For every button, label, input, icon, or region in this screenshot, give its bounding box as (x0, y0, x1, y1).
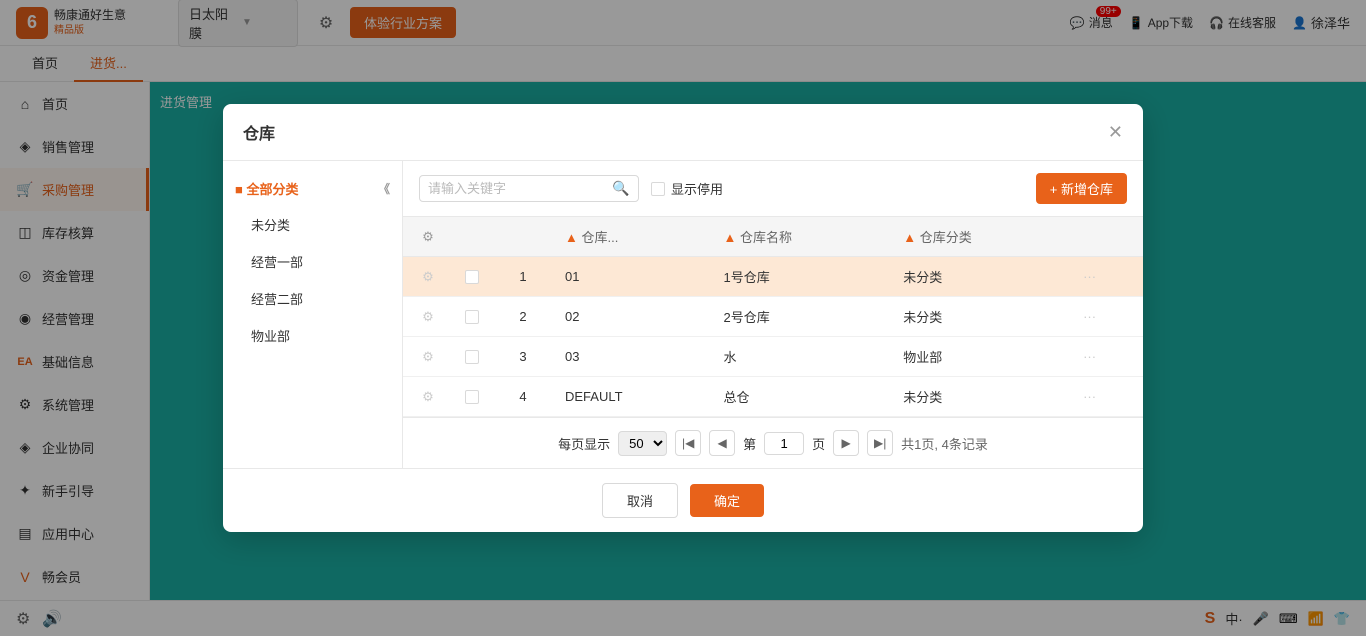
row-code-cell: 03 (553, 337, 712, 377)
row-category-cell: 物业部 (891, 337, 1071, 377)
row-check-cell[interactable] (453, 337, 493, 377)
col-num-header (493, 217, 553, 257)
row-settings-cell: ⚙ (403, 257, 453, 297)
row-checkbox[interactable] (465, 270, 479, 284)
row-name-cell: 水 (712, 337, 892, 377)
row-settings-icon: ⚙ (422, 309, 434, 324)
category-item-dept2[interactable]: 经营二部 (223, 280, 402, 317)
row-name-cell: 2号仓库 (712, 297, 892, 337)
row-more-icon[interactable]: ··· (1083, 349, 1096, 364)
first-page-button[interactable]: |◀ (675, 430, 701, 456)
page-input[interactable] (764, 432, 804, 455)
row-num-cell: 4 (493, 377, 553, 417)
dialog-toolbar: 🔍 显示停用 + 新增仓库 (403, 161, 1143, 217)
col-settings-header: ⚙ (403, 217, 453, 257)
category-item-unclassified[interactable]: 未分类 (223, 206, 402, 243)
row-checkbox[interactable] (465, 310, 479, 324)
page-unit: 页 (812, 434, 825, 453)
gear-icon: ⚙ (422, 229, 434, 244)
row-category-cell: 未分类 (891, 257, 1071, 297)
prev-page-button[interactable]: ◀ (709, 430, 735, 456)
confirm-button[interactable]: 确定 (690, 484, 764, 517)
table-row[interactable]: ⚙ 4 DEFAULT 总仓 未分类 ··· (403, 377, 1143, 417)
dialog-main-content: 🔍 显示停用 + 新增仓库 ⚙ ▲ 仓库... ▲ 仓库名称 ▲ 仓库分类 (403, 161, 1143, 468)
row-check-cell[interactable] (453, 297, 493, 337)
category-header-label: ■ 全部分类 (235, 179, 298, 198)
page-label: 第 (743, 434, 756, 453)
col-name-header[interactable]: ▲ 仓库名称 (712, 217, 892, 257)
show-disabled-label: 显示停用 (671, 179, 723, 198)
table-row[interactable]: ⚙ 2 02 2号仓库 未分类 ··· (403, 297, 1143, 337)
row-check-cell[interactable] (453, 377, 493, 417)
row-checkbox[interactable] (465, 390, 479, 404)
table-header-row: ⚙ ▲ 仓库... ▲ 仓库名称 ▲ 仓库分类 (403, 217, 1143, 257)
row-actions-cell[interactable]: ··· (1071, 257, 1143, 297)
category-item-dept1[interactable]: 经营一部 (223, 243, 402, 280)
row-more-icon[interactable]: ··· (1083, 309, 1096, 324)
row-check-cell[interactable] (453, 257, 493, 297)
col-code-header[interactable]: ▲ 仓库... (553, 217, 712, 257)
dialog-close-button[interactable]: ✕ (1108, 122, 1123, 143)
dialog-header: 仓库 ✕ (223, 104, 1143, 161)
add-warehouse-button[interactable]: + 新增仓库 (1036, 173, 1127, 204)
row-code-cell: 01 (553, 257, 712, 297)
per-page-label: 每页显示 (558, 434, 610, 453)
col-check-header (453, 217, 493, 257)
dialog-category-sidebar: ■ 全部分类 《 未分类 经营一部 经营二部 物业部 (223, 161, 403, 468)
row-code-cell: DEFAULT (553, 377, 712, 417)
row-name-cell: 总仓 (712, 377, 892, 417)
row-more-icon[interactable]: ··· (1083, 389, 1096, 404)
row-settings-icon: ⚙ (422, 349, 434, 364)
category-item-property[interactable]: 物业部 (223, 317, 402, 354)
search-input[interactable] (428, 181, 608, 196)
dialog-title: 仓库 (243, 120, 275, 144)
per-page-select[interactable]: 50 (618, 431, 667, 456)
row-settings-cell: ⚙ (403, 377, 453, 417)
row-num-cell: 1 (493, 257, 553, 297)
collapse-button[interactable]: 《 (378, 180, 390, 197)
total-info: 共1页, 4条记录 (901, 434, 988, 453)
row-name-cell: 1号仓库 (712, 257, 892, 297)
next-page-button[interactable]: ▶ (833, 430, 859, 456)
row-actions-cell[interactable]: ··· (1071, 297, 1143, 337)
dialog-overlay: 仓库 ✕ ■ 全部分类 《 未分类 经营一部 经营二部 物业部 (0, 0, 1366, 636)
col-category-header[interactable]: ▲ 仓库分类 (891, 217, 1071, 257)
row-checkbox[interactable] (465, 350, 479, 364)
last-page-button[interactable]: ▶| (867, 430, 893, 456)
warehouse-table: ⚙ ▲ 仓库... ▲ 仓库名称 ▲ 仓库分类 ⚙ 1 01 1号仓库 未分类 … (403, 217, 1143, 417)
show-disabled-wrap: 显示停用 (651, 179, 723, 198)
row-settings-cell: ⚙ (403, 297, 453, 337)
table-row[interactable]: ⚙ 1 01 1号仓库 未分类 ··· (403, 257, 1143, 297)
pagination: 每页显示 50 |◀ ◀ 第 页 ▶ ▶| 共1页, 4条记录 (403, 417, 1143, 468)
warehouse-dialog: 仓库 ✕ ■ 全部分类 《 未分类 经营一部 经营二部 物业部 (223, 104, 1143, 532)
row-more-icon[interactable]: ··· (1083, 269, 1096, 284)
row-code-cell: 02 (553, 297, 712, 337)
row-num-cell: 3 (493, 337, 553, 377)
row-category-cell: 未分类 (891, 377, 1071, 417)
row-category-cell: 未分类 (891, 297, 1071, 337)
row-settings-cell: ⚙ (403, 337, 453, 377)
dialog-body: ■ 全部分类 《 未分类 经营一部 经营二部 物业部 🔍 (223, 161, 1143, 468)
show-disabled-checkbox[interactable] (651, 182, 665, 196)
dialog-footer: 取消 确定 (223, 468, 1143, 532)
category-header: ■ 全部分类 《 (223, 171, 402, 206)
search-input-wrap: 🔍 (419, 175, 639, 202)
row-actions-cell[interactable]: ··· (1071, 337, 1143, 377)
cancel-button[interactable]: 取消 (602, 483, 678, 518)
col-actions-header (1071, 217, 1143, 257)
row-actions-cell[interactable]: ··· (1071, 377, 1143, 417)
table-row[interactable]: ⚙ 3 03 水 物业部 ··· (403, 337, 1143, 377)
row-settings-icon: ⚙ (422, 389, 434, 404)
row-num-cell: 2 (493, 297, 553, 337)
search-icon[interactable]: 🔍 (612, 180, 629, 197)
row-settings-icon: ⚙ (422, 269, 434, 284)
